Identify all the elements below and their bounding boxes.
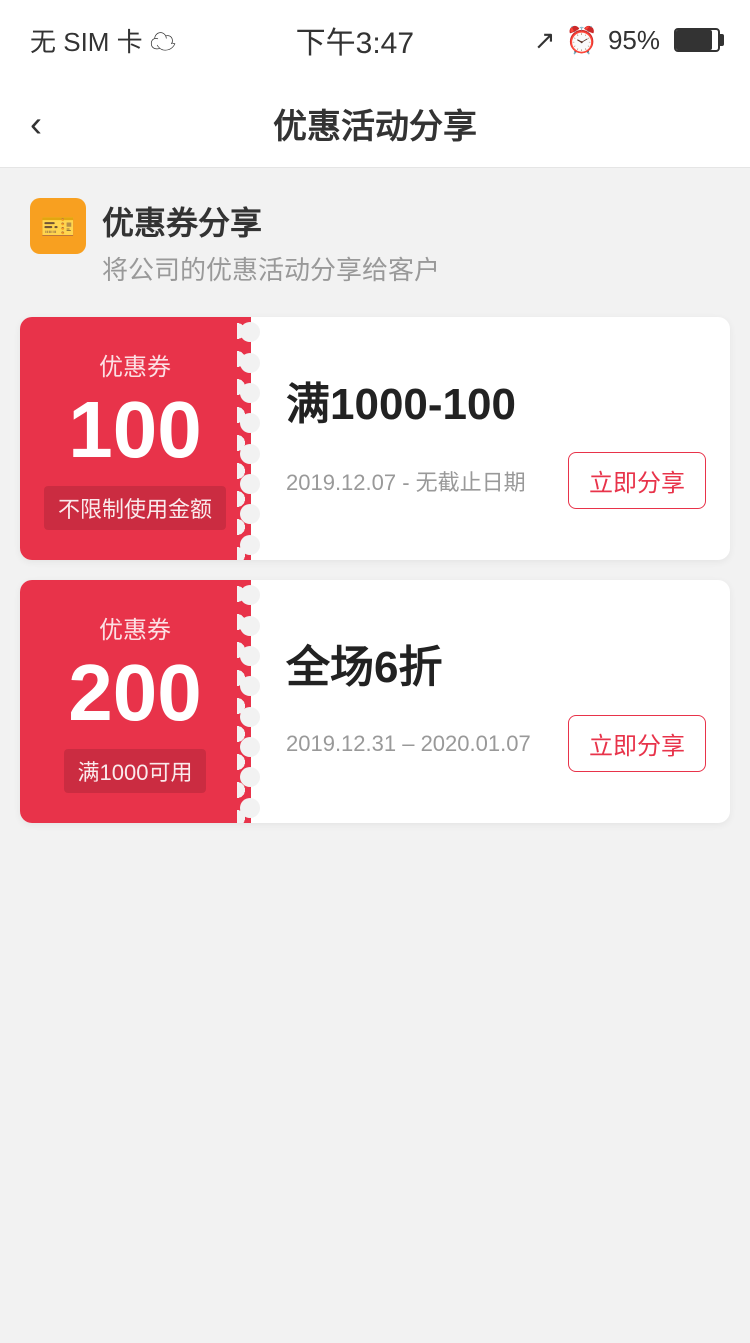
share-button-2[interactable]: 立即分享	[568, 715, 706, 772]
coupon-date-1: 2019.12.07 - 无截止日期	[286, 465, 526, 497]
status-right: ↗ ⏰ 95%	[534, 25, 720, 56]
back-button[interactable]: ‹	[30, 103, 42, 145]
alarm-icon: ⏰	[566, 25, 598, 56]
battery-percent: 95%	[608, 25, 660, 56]
coupon-meta-2: 2019.12.31 – 2020.01.07 立即分享	[286, 715, 706, 772]
coupon-date-2: 2019.12.31 – 2020.01.07	[286, 731, 531, 757]
section-subtitle: 将公司的优惠活动分享给客户	[102, 250, 440, 287]
status-time: 下午3:47	[296, 18, 414, 62]
battery-icon	[674, 28, 720, 52]
page-title: 优惠活动分享	[273, 99, 477, 148]
status-bar: 无 SIM 卡 ☁ 下午3:47 ↗ ⏰ 95%	[0, 0, 750, 80]
empty-area	[0, 843, 750, 1343]
coupon-left-2: 优惠券 200 满1000可用	[20, 580, 250, 823]
coupon-amount-2: 200	[68, 653, 201, 733]
coupon-label-1: 优惠券	[99, 347, 171, 382]
nav-bar: ‹ 优惠活动分享	[0, 80, 750, 168]
coupon-list: 优惠券 100 不限制使用金额 满1000-100 2019.12.07 - 无…	[0, 307, 750, 823]
coupon-meta-1: 2019.12.07 - 无截止日期 立即分享	[286, 452, 706, 509]
section-header: 🎫 优惠券分享 将公司的优惠活动分享给客户	[0, 168, 750, 307]
share-button-1[interactable]: 立即分享	[568, 452, 706, 509]
coupon-icon: 🎫	[41, 210, 76, 243]
coupon-right-2: 全场6折 2019.12.31 – 2020.01.07 立即分享	[250, 580, 730, 823]
sim-text: 无 SIM 卡 ☁	[30, 22, 176, 59]
coupon-title-2: 全场6折	[286, 631, 706, 695]
section-title: 优惠券分享	[102, 198, 440, 244]
coupon-amount-1: 100	[68, 390, 201, 470]
coupon-card-1: 优惠券 100 不限制使用金额 满1000-100 2019.12.07 - 无…	[20, 317, 730, 560]
section-icon: 🎫	[30, 198, 86, 254]
location-icon: ↗	[534, 25, 556, 56]
coupon-left-1: 优惠券 100 不限制使用金额	[20, 317, 250, 560]
coupon-condition-1: 不限制使用金额	[44, 486, 226, 530]
coupon-condition-2: 满1000可用	[64, 749, 207, 793]
section-text: 优惠券分享 将公司的优惠活动分享给客户	[102, 198, 440, 287]
coupon-card-2: 优惠券 200 满1000可用 全场6折 2019.12.31 – 2020.0…	[20, 580, 730, 823]
coupon-title-1: 满1000-100	[286, 368, 706, 432]
coupon-label-2: 优惠券	[99, 610, 171, 645]
coupon-right-1: 满1000-100 2019.12.07 - 无截止日期 立即分享	[250, 317, 730, 560]
status-left: 无 SIM 卡 ☁	[30, 22, 176, 59]
